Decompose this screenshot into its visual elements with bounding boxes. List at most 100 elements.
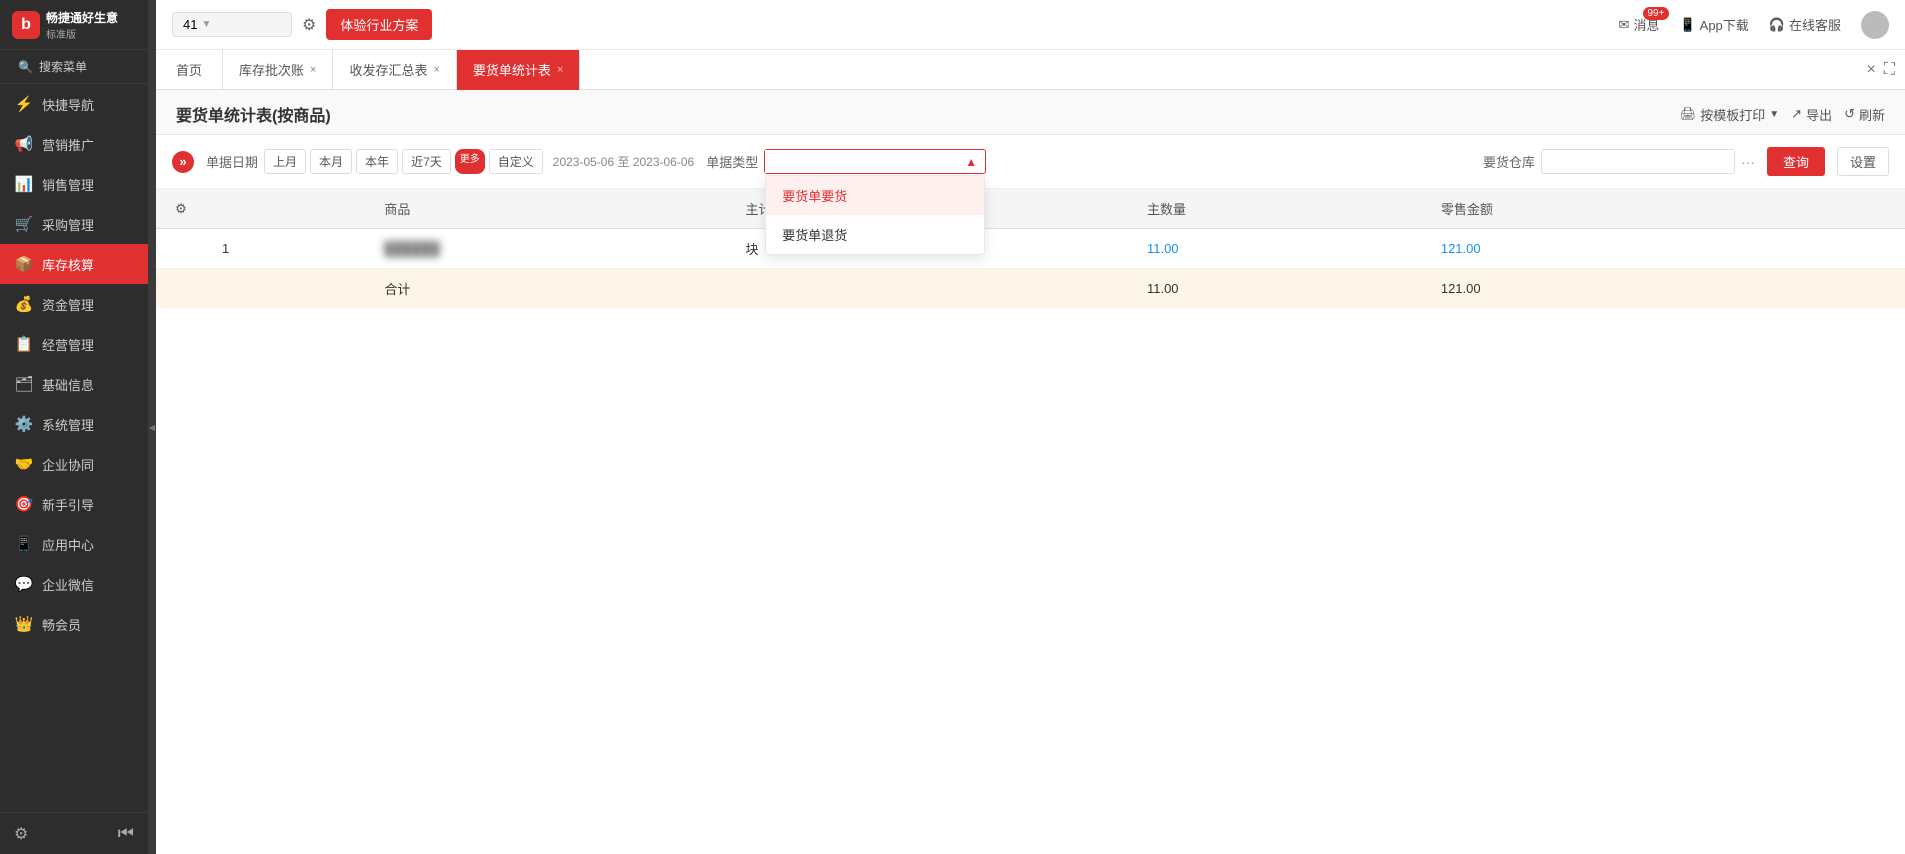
sidebar-collapse-handle[interactable] [148,0,156,854]
dropdown-item-return[interactable]: 要货单退货 [766,215,984,254]
sidebar-settings-btn[interactable]: ⚙ [14,824,28,844]
topbar-right: ✉ 消息 99+ 📱 App下载 🎧 在线客服 [1619,11,1889,39]
main-area: 41 ▼ ⚙ 体验行业方案 ✉ 消息 99+ 📱 App下载 🎧 在线客服 [156,0,1905,854]
sidebar-item-wechat[interactable]: 💬 企业微信 [0,564,148,604]
app-center-icon: 📱 [14,534,34,554]
date-custom-btn[interactable]: 自定义 [489,149,543,174]
type-filter-group: 单据类型 ▲ 要货单要货 要货单退货 [706,149,1471,174]
type-select-arrow[interactable]: ▲ [957,155,985,169]
sidebar-nav: ⚡ 快捷导航 📢 营销推广 📊 销售管理 🛒 采购管理 📦 库存核算 💰 资金管… [0,84,148,812]
col-no [206,189,368,229]
sidebar-item-sales[interactable]: 📊 销售管理 [0,164,148,204]
row-amount: 121.00 [1425,229,1773,269]
sidebar-item-inventory[interactable]: 📦 库存核算 [0,244,148,284]
sidebar-item-label: 基础信息 [42,375,94,394]
sidebar-item-label: 库存核算 [42,255,94,274]
sidebar-item-label: 企业微信 [42,575,94,594]
date-range-display: 2023-05-06 至 2023-06-06 [553,153,694,170]
tab-receive-summary[interactable]: 收发存汇总表 × [333,50,456,90]
table-row: 1 ██████ 块 11.00 121.00 [156,229,1905,269]
sidebar-item-label: 企业协同 [42,455,94,474]
wechat-icon: 💬 [14,574,34,594]
marketing-icon: 📢 [14,134,34,154]
warehouse-filter-group: 要货仓库 ··· [1483,149,1755,174]
sidebar-item-app-center[interactable]: 📱 应用中心 [0,524,148,564]
user-avatar[interactable] [1861,11,1889,39]
row-product: ██████ [368,229,729,269]
online-service-btn[interactable]: 🎧 在线客服 [1769,15,1841,34]
table-wrapper: ⚙ 商品 主计量单位 主数量 零售金额 1 [156,189,1905,308]
warehouse-input[interactable] [1541,149,1735,174]
store-selector[interactable]: 41 ▼ [172,12,292,37]
sidebar-item-guide[interactable]: 🎯 新手引导 [0,484,148,524]
tab-home[interactable]: 首页 [156,50,223,90]
app-download-label: App下载 [1700,15,1749,34]
tab-receive-summary-close[interactable]: × [433,64,439,76]
download-icon: 📱 [1679,17,1695,33]
sidebar-item-member[interactable]: 👑 畅会员 [0,604,148,644]
warehouse-more-btn[interactable]: ··· [1741,154,1755,170]
total-row: 合计 11.00 121.00 [156,269,1905,309]
message-btn[interactable]: ✉ 消息 99+ [1619,15,1660,34]
topbar-settings-icon[interactable]: ⚙ [302,15,316,35]
topbar: 41 ▼ ⚙ 体验行业方案 ✉ 消息 99+ 📱 App下载 🎧 在线客服 [156,0,1905,50]
sidebar-collapse-btn[interactable]: ⏮ [118,823,134,844]
type-select-input[interactable] [765,150,957,173]
print-icon: 🖨 [1680,106,1697,122]
total-amount: 121.00 [1425,269,1773,309]
row-settings [156,229,206,269]
page-title: 要货单统计表(按商品) [176,102,331,126]
date-filter-label: 单据日期 [206,152,258,171]
app-subtitle: 标准版 [46,26,118,41]
date-more-badge[interactable]: 更多 [455,149,485,174]
tab-inventory-batch-close[interactable]: × [310,64,316,76]
date-btns: 上月 本月 本年 近7天 更多 自定义 [264,149,543,174]
sidebar-item-base-info[interactable]: 🗂 基础信息 [0,364,148,404]
print-btn[interactable]: 🖨 按模板打印 ▼ [1680,105,1779,124]
sidebar-item-marketing[interactable]: 📢 营销推广 [0,124,148,164]
tab-order-summary-close[interactable]: × [557,64,563,76]
message-badge: 99+ [1643,7,1670,20]
type-select[interactable]: ▲ 要货单要货 要货单退货 [764,149,986,174]
sidebar-item-enterprise[interactable]: 🤝 企业协同 [0,444,148,484]
trial-btn[interactable]: 体验行业方案 [326,9,432,40]
product-name: ██████ [384,241,439,256]
search-menu[interactable]: 🔍 搜索菜单 [0,50,148,84]
sidebar-item-finance[interactable]: 💰 资金管理 [0,284,148,324]
col-amount: 零售金额 [1425,189,1773,229]
date-btn-last-month[interactable]: 上月 [264,149,306,174]
filter-expand-btn[interactable]: » [172,151,194,173]
search-icon: 🔍 [18,60,33,74]
date-btn-this-year[interactable]: 本年 [356,149,398,174]
export-btn[interactable]: ↗ 导出 [1791,105,1832,124]
filter-settings-btn[interactable]: 设置 [1837,147,1889,176]
sidebar-item-system[interactable]: ⚙️ 系统管理 [0,404,148,444]
query-btn[interactable]: 查询 [1767,147,1825,176]
col-extra [1773,189,1905,229]
tabs-fullscreen-btn[interactable]: ⛶ [1884,61,1895,79]
refresh-btn[interactable]: ↺ 刷新 [1844,105,1885,124]
logo-icon: b [12,11,40,39]
sidebar-item-label: 快捷导航 [42,95,94,114]
tab-inventory-batch[interactable]: 库存批次账 × [223,50,333,90]
dropdown-item-order[interactable]: 要货单要货 [766,176,984,215]
date-btn-7days[interactable]: 近7天 [402,149,451,174]
sidebar-item-label: 采购管理 [42,215,94,234]
page-content: 要货单统计表(按商品) 🖨 按模板打印 ▼ ↗ 导出 ↺ 刷新 [156,90,1905,854]
tabs-close-all-btn[interactable]: × [1866,61,1875,79]
message-icon: ✉ [1619,17,1630,33]
sidebar-item-purchase[interactable]: 🛒 采购管理 [0,204,148,244]
sidebar-item-quick-nav[interactable]: ⚡ 快捷导航 [0,84,148,124]
date-btn-this-month[interactable]: 本月 [310,149,352,174]
table-settings-icon[interactable]: ⚙ [175,201,187,216]
app-download-btn[interactable]: 📱 App下载 [1679,15,1748,34]
export-label: 导出 [1806,105,1832,124]
refresh-icon: ↺ [1844,106,1855,122]
refresh-label: 刷新 [1859,105,1885,124]
tab-home-label: 首页 [176,60,202,79]
member-icon: 👑 [14,614,34,634]
col-settings[interactable]: ⚙ [156,189,206,229]
tab-order-summary[interactable]: 要货单统计表 × [457,50,580,90]
sidebar-item-operations[interactable]: 📋 经营管理 [0,324,148,364]
inventory-icon: 📦 [14,254,34,274]
